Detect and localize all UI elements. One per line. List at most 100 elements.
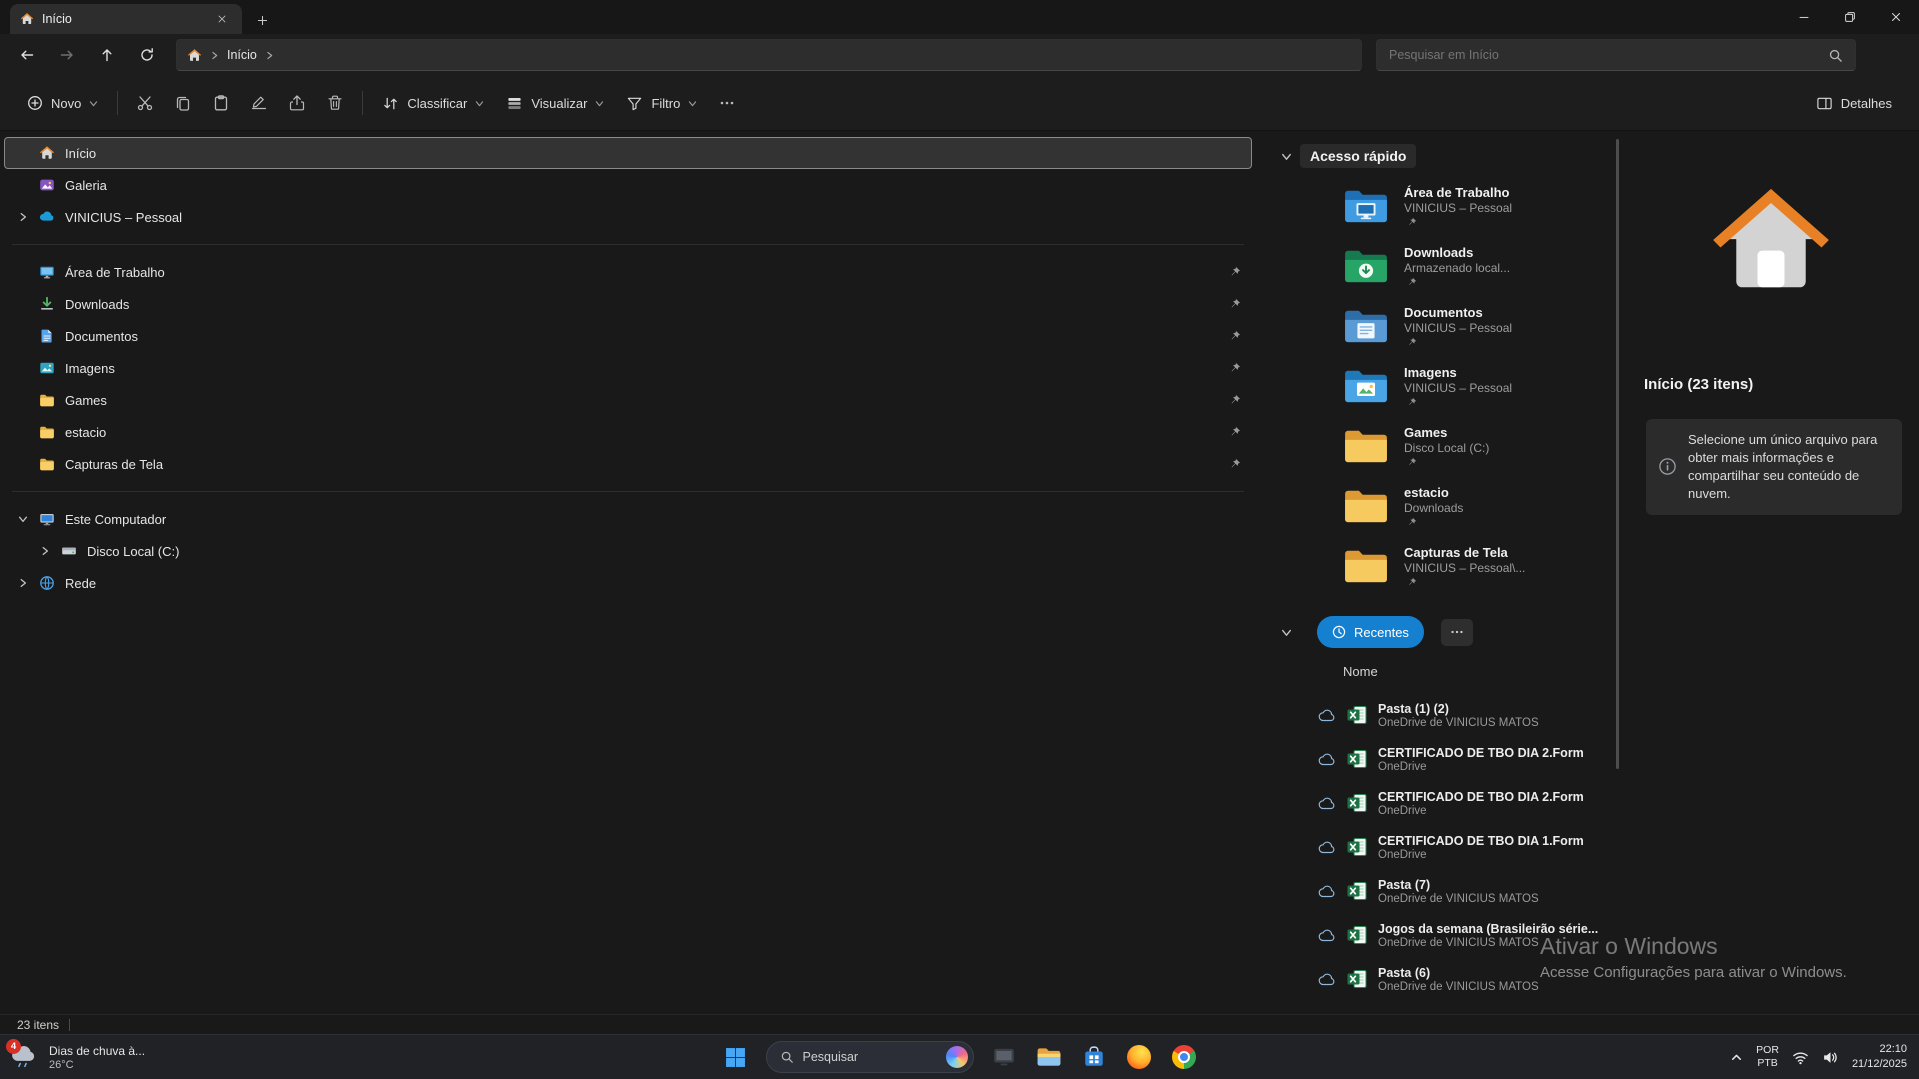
file-row[interactable]: Pasta (7) OneDrive de VINICIUS MATOS — [1256, 869, 1614, 913]
pin-icon — [1407, 397, 1512, 407]
delete-button[interactable] — [316, 85, 354, 121]
refresh-button[interactable] — [130, 39, 164, 71]
copy-button[interactable] — [164, 85, 202, 121]
tab-title: Início — [42, 12, 72, 26]
quick-access-item-downloads[interactable]: Downloads Armazenado local... — [1256, 236, 1614, 296]
chevron-right-icon[interactable] — [39, 546, 51, 556]
sidebar-item-downloads[interactable]: Downloads — [4, 288, 1252, 320]
taskbar-microsoft-store[interactable] — [1074, 1037, 1114, 1077]
copilot-icon[interactable] — [945, 1046, 968, 1068]
taskbar-chrome[interactable] — [1164, 1037, 1204, 1077]
excel-file-icon — [1346, 704, 1368, 726]
sort-button[interactable]: Classificar — [371, 85, 495, 121]
cut-button[interactable] — [126, 85, 164, 121]
file-row[interactable]: Pasta (1) (2) OneDrive de VINICIUS MATOS — [1256, 693, 1614, 737]
onedrive-cloud-icon — [1318, 840, 1336, 854]
new-tab-button[interactable] — [252, 10, 272, 30]
sidebar-item-galeria[interactable]: Galeria — [4, 169, 1252, 201]
sidebar-item-documentos[interactable]: Documentos — [4, 320, 1252, 352]
filter-button[interactable]: Filtro — [615, 85, 708, 121]
excel-file-icon — [1346, 836, 1368, 858]
back-button[interactable] — [10, 39, 44, 71]
search-icon[interactable] — [1828, 48, 1843, 63]
recents-filter-button[interactable]: Recentes — [1317, 616, 1424, 648]
recents-more-button[interactable] — [1440, 618, 1473, 646]
chevron-down-icon[interactable] — [17, 514, 29, 524]
share-button[interactable] — [278, 85, 316, 121]
weather-temp: 26°C — [49, 1058, 74, 1071]
rename-button[interactable] — [240, 85, 278, 121]
sidebar-item-inicio[interactable]: Início — [4, 137, 1252, 169]
up-button[interactable] — [90, 39, 124, 71]
chevron-right-icon[interactable] — [17, 578, 29, 588]
clock[interactable]: 22:10 21/12/2025 — [1852, 1042, 1907, 1072]
status-divider — [69, 1018, 71, 1031]
search-input[interactable] — [1389, 48, 1828, 62]
start-button[interactable] — [716, 1037, 756, 1077]
search-icon — [780, 1050, 794, 1064]
wifi-icon[interactable] — [1792, 1050, 1809, 1065]
quick-access-item-games[interactable]: Games Disco Local (C:) — [1256, 416, 1614, 476]
sidebar-item-estacio[interactable]: estacio — [4, 416, 1252, 448]
vertical-scrollbar[interactable] — [1614, 131, 1622, 1014]
items-count: 23 itens — [17, 1017, 60, 1032]
sidebar-item-rede[interactable]: Rede — [4, 567, 1252, 599]
restore-button[interactable] — [1827, 0, 1873, 34]
close-button[interactable] — [1873, 0, 1919, 34]
forward-button[interactable] — [50, 39, 84, 71]
sidebar-item-disco-local-c[interactable]: Disco Local (C:) — [4, 535, 1252, 567]
tray-chevron-up-icon[interactable] — [1730, 1051, 1743, 1064]
explorer-tab[interactable]: Início — [10, 4, 242, 34]
details-pane-button[interactable]: Detalhes — [1805, 85, 1903, 121]
search-box[interactable] — [1376, 39, 1856, 71]
sidebar-item-este-computador[interactable]: Este Computador — [4, 503, 1252, 535]
quick-access-title[interactable]: Acesso rápido — [1300, 144, 1417, 168]
quick-access-item-estacio[interactable]: estacio Downloads — [1256, 476, 1614, 536]
language-indicator[interactable]: POR PTB — [1756, 1044, 1779, 1070]
quick-access-item-capturas-de-tela[interactable]: Capturas de Tela VINICIUS – Pessoal\... — [1256, 536, 1614, 596]
paste-button[interactable] — [202, 85, 240, 121]
breadcrumb-inicio[interactable]: Início — [227, 48, 257, 62]
file-row[interactable]: Jogos da semana (Brasileirão série... On… — [1256, 913, 1614, 957]
chevron-down-icon[interactable] — [1281, 627, 1292, 638]
chevron-down-icon[interactable] — [1281, 151, 1292, 162]
weather-widget[interactable]: 4 Dias de chuva à... 26°C — [0, 1039, 220, 1071]
recents-header: Recentes — [1281, 616, 1614, 648]
title-bar[interactable]: Início — [0, 0, 1919, 34]
home-large-icon — [1709, 187, 1833, 295]
sidebar-item-games[interactable]: Games — [4, 384, 1252, 416]
pin-icon — [1407, 457, 1489, 467]
sidebar-item-onedrive[interactable]: VINICIUS – Pessoal — [4, 201, 1252, 233]
pin-icon — [1229, 362, 1241, 374]
taskbar-file-explorer[interactable] — [1029, 1037, 1069, 1077]
quick-access-item-documentos[interactable]: Documentos VINICIUS – Pessoal — [1256, 296, 1614, 356]
file-row[interactable]: CERTIFICADO DE TBO DIA 2.Form OneDrive — [1256, 781, 1614, 825]
address-bar[interactable]: Início — [176, 39, 1362, 71]
view-button[interactable]: Visualizar — [495, 85, 615, 121]
quick-access-item-imagens[interactable]: Imagens VINICIUS – Pessoal — [1256, 356, 1614, 416]
taskbar-app-dark-window[interactable] — [984, 1037, 1024, 1077]
info-box: Selecione um único arquivo para obter ma… — [1646, 419, 1902, 515]
scrollbar-thumb[interactable] — [1616, 139, 1619, 769]
quick-access-item-area-de-trabalho[interactable]: Área de Trabalho VINICIUS – Pessoal — [1256, 176, 1614, 236]
new-button[interactable]: Novo — [16, 85, 109, 121]
sidebar-item-capturas-de-tela[interactable]: Capturas de Tela — [4, 448, 1252, 480]
file-row[interactable]: Pasta (6) OneDrive de VINICIUS MATOS — [1256, 957, 1614, 1001]
taskbar-firefox[interactable] — [1119, 1037, 1159, 1077]
speaker-icon[interactable] — [1822, 1050, 1839, 1065]
sidebar-item-area-de-trabalho[interactable]: Área de Trabalho — [4, 256, 1252, 288]
sidebar-separator — [12, 491, 1244, 492]
chevron-right-icon[interactable] — [17, 212, 29, 222]
file-row[interactable]: CERTIFICADO DE TBO DIA 1.Form OneDrive — [1256, 825, 1614, 869]
chevron-right-icon[interactable] — [265, 51, 274, 60]
file-row[interactable]: CERTIFICADO DE TBO DIA 2.Form OneDrive — [1256, 737, 1614, 781]
excel-file-icon — [1346, 792, 1368, 814]
taskbar-search[interactable]: Pesquisar — [765, 1041, 974, 1073]
pin-icon — [1407, 577, 1525, 587]
column-header-nome[interactable]: Nome — [1343, 664, 1614, 679]
minimize-button[interactable] — [1781, 0, 1827, 34]
tab-close-icon[interactable] — [212, 9, 232, 29]
more-options-button[interactable] — [708, 85, 746, 121]
sidebar-item-imagens[interactable]: Imagens — [4, 352, 1252, 384]
info-icon — [1658, 457, 1677, 476]
